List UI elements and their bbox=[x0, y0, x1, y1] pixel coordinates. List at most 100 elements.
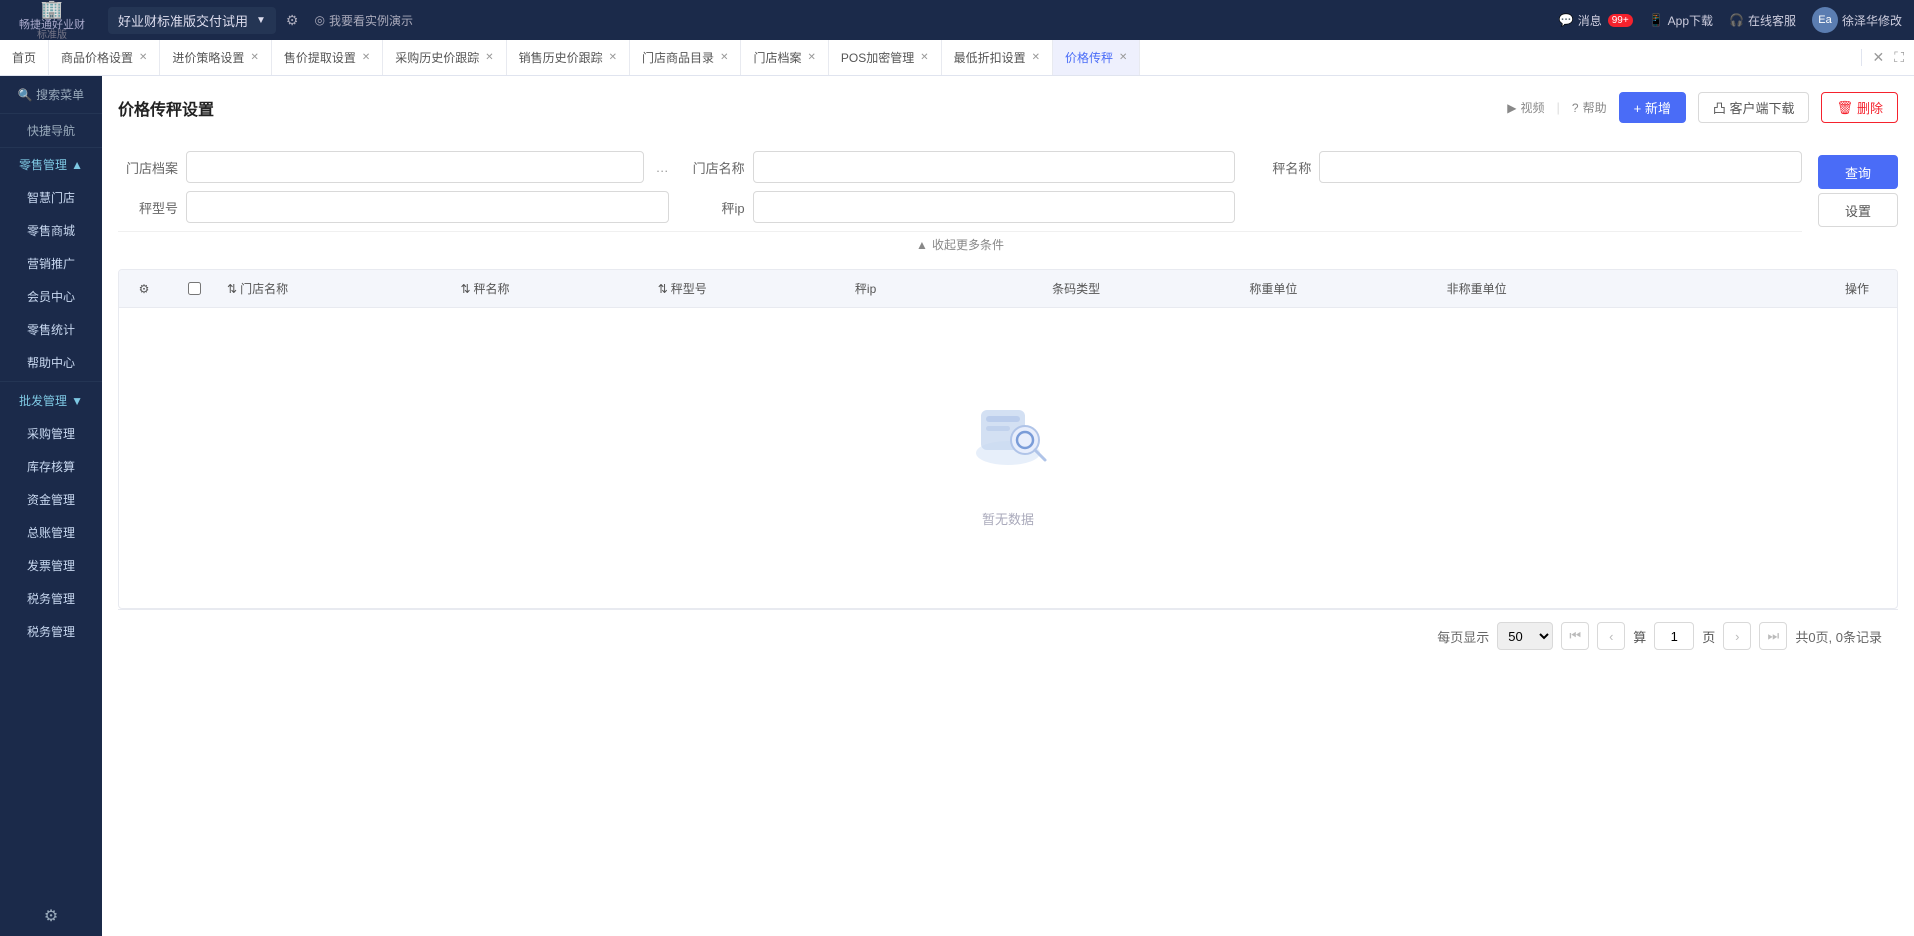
close-icon[interactable]: ✕ bbox=[1032, 52, 1040, 63]
query-button[interactable]: 查询 bbox=[1818, 155, 1898, 189]
check-all-checkbox[interactable] bbox=[188, 282, 201, 295]
close-icon[interactable]: ✕ bbox=[1119, 52, 1127, 63]
close-icon[interactable]: ✕ bbox=[250, 52, 258, 63]
filter-collapse-button[interactable]: ▲ 收起更多条件 bbox=[118, 231, 1802, 257]
close-icon[interactable]: ✕ bbox=[609, 52, 617, 63]
scale-ip-input[interactable] bbox=[753, 191, 1236, 223]
tab-price-transfer[interactable]: 价格传秤 ✕ bbox=[1053, 40, 1140, 76]
close-icon[interactable]: ✕ bbox=[807, 52, 815, 63]
video-label: 视频 bbox=[1521, 99, 1545, 116]
sidebar-item-marketing[interactable]: 营销推广 bbox=[0, 247, 102, 280]
sidebar-item-ledger[interactable]: 发票管理 bbox=[0, 549, 102, 582]
th-scale-model-label: 秤型号 bbox=[671, 280, 707, 297]
settings-icon[interactable]: ⚙ bbox=[286, 12, 299, 29]
version-selector[interactable]: 好业财标准版交付试用 ▼ bbox=[108, 7, 276, 34]
sidebar-quick-nav[interactable]: 快捷导航 bbox=[0, 114, 102, 148]
sidebar-item-mini-ecom[interactable]: 采购管理 bbox=[0, 417, 102, 450]
tab-purchase-history[interactable]: 采购历史价跟踪 ✕ bbox=[383, 40, 506, 76]
sidebar-item-help-center[interactable]: 帮助中心 bbox=[0, 346, 102, 379]
page-suffix-label: 页 bbox=[1702, 627, 1715, 646]
th-check[interactable] bbox=[169, 272, 219, 305]
tab-purchase-strategy-label: 进价策略设置 bbox=[172, 49, 244, 66]
tab-sale-history[interactable]: 销售历史价跟踪 ✕ bbox=[507, 40, 630, 76]
app-download-button[interactable]: 📱 App下载 bbox=[1649, 12, 1713, 29]
table-header: ⚙ ⇅ 门店名称 ⇅ 秤名称 ⇅ 秤型号 bbox=[119, 270, 1897, 308]
set-button[interactable]: 设置 bbox=[1818, 193, 1898, 227]
ellipsis-icon[interactable]: … bbox=[656, 160, 669, 175]
sidebar-search[interactable]: 🔍 搜索菜单 bbox=[0, 76, 102, 114]
tab-discount[interactable]: 最低折扣设置 ✕ bbox=[942, 40, 1053, 76]
th-scale-ip[interactable]: 秤ip bbox=[847, 270, 1044, 307]
sidebar-item-finance[interactable]: 总账管理 bbox=[0, 516, 102, 549]
sidebar-item-purchase-mgmt[interactable]: 库存核算 bbox=[0, 450, 102, 483]
th-setting[interactable]: ⚙ bbox=[119, 272, 169, 306]
shop-name-input[interactable] bbox=[753, 151, 1236, 183]
online-service-button[interactable]: 🎧 在线客服 bbox=[1729, 12, 1796, 29]
tab-store-archive[interactable]: 门店档案 ✕ bbox=[741, 40, 828, 76]
next-page-button[interactable]: › bbox=[1723, 622, 1751, 650]
shop-archive-input[interactable] bbox=[186, 151, 644, 183]
sidebar-wholesale-mgmt-label: 批发管理 bbox=[19, 392, 67, 409]
per-page-select[interactable]: 50 100 200 bbox=[1497, 622, 1553, 650]
tab-sale-price[interactable]: 售价提取设置 ✕ bbox=[272, 40, 383, 76]
sort-icon: ⇅ bbox=[460, 282, 470, 296]
th-scale-name[interactable]: ⇅ 秤名称 bbox=[452, 270, 649, 307]
help-link[interactable]: ? 帮助 bbox=[1572, 99, 1607, 116]
scale-name-input[interactable] bbox=[1319, 151, 1802, 183]
download-button[interactable]: 凸 客户端下载 bbox=[1698, 92, 1810, 123]
sidebar-item-smart-store[interactable]: 智慧门店 bbox=[0, 181, 102, 214]
th-weight-unit[interactable]: 称重单位 bbox=[1241, 270, 1438, 307]
logo-icon: 🏢 bbox=[41, 0, 63, 20]
tab-purchase-strategy[interactable]: 进价策略设置 ✕ bbox=[160, 40, 271, 76]
close-icon[interactable]: ✕ bbox=[485, 52, 493, 63]
sidebar-quick-nav-label: 快捷导航 bbox=[27, 124, 75, 138]
sidebar-settings-button[interactable]: ⚙ bbox=[0, 896, 102, 936]
first-page-button[interactable]: ⏮ bbox=[1561, 622, 1589, 650]
demo-link[interactable]: ◎ 我要看实例演示 bbox=[314, 12, 413, 29]
user-menu[interactable]: Ea 徐泽华修改 bbox=[1812, 7, 1902, 33]
video-icon: ▶ bbox=[1507, 101, 1516, 115]
sidebar-item-tax[interactable]: 税务管理 bbox=[0, 615, 102, 648]
sidebar-item-wholesale-mgmt[interactable]: 批发管理 ▼ bbox=[0, 384, 102, 417]
sidebar-item-retail-mall[interactable]: 零售商城 bbox=[0, 214, 102, 247]
message-button[interactable]: 💬 消息 99+ bbox=[1559, 12, 1633, 29]
sidebar-item-member-center[interactable]: 会员中心 bbox=[0, 280, 102, 313]
online-service-label: 在线客服 bbox=[1748, 12, 1796, 29]
close-icon[interactable]: ✕ bbox=[920, 52, 928, 63]
filter-area: 门店档案 … 门店名称 秤名称 bbox=[118, 139, 1898, 269]
tab-product-price-label: 商品价格设置 bbox=[61, 49, 133, 66]
th-scale-model[interactable]: ⇅ 秤型号 bbox=[650, 270, 847, 307]
delete-button[interactable]: 🗑 删除 bbox=[1821, 92, 1898, 123]
close-icon[interactable]: ✕ bbox=[139, 52, 147, 63]
last-page-button[interactable]: ⏭ bbox=[1759, 622, 1787, 650]
video-link[interactable]: ▶ 视频 bbox=[1507, 99, 1544, 116]
th-weight-unit-label: 称重单位 bbox=[1249, 280, 1297, 297]
gear-icon: ⚙ bbox=[44, 908, 58, 925]
tab-pos-mgmt[interactable]: POS加密管理 ✕ bbox=[829, 40, 942, 76]
sidebar-item-retail-mgmt[interactable]: 零售管理 ▲ bbox=[0, 148, 102, 181]
th-barcode-type[interactable]: 条码类型 bbox=[1044, 270, 1241, 307]
set-label: 设置 bbox=[1845, 201, 1871, 220]
chevron-down-icon: ▼ bbox=[71, 394, 83, 408]
tab-fullscreen-icon[interactable]: ⛶ bbox=[1894, 49, 1904, 66]
sidebar-item-invoice[interactable]: 税务管理 bbox=[0, 582, 102, 615]
sidebar-divider bbox=[0, 381, 102, 382]
add-button[interactable]: + 新增 bbox=[1619, 92, 1686, 123]
sidebar-search-label: 搜索菜单 bbox=[36, 88, 84, 102]
tab-close-all-icon[interactable]: ✕ bbox=[1872, 49, 1884, 66]
th-nonweight-unit[interactable]: 非称重单位 bbox=[1439, 270, 1817, 307]
table-wrapper: ⚙ ⇅ 门店名称 ⇅ 秤名称 ⇅ 秤型号 bbox=[118, 269, 1898, 609]
page-number-input[interactable] bbox=[1654, 622, 1694, 650]
tab-product-price[interactable]: 商品价格设置 ✕ bbox=[49, 40, 160, 76]
tab-store-catalog[interactable]: 门店商品目录 ✕ bbox=[630, 40, 741, 76]
close-icon[interactable]: ✕ bbox=[362, 52, 370, 63]
tab-purchase-history-label: 采购历史价跟踪 bbox=[395, 49, 479, 66]
sidebar-item-inventory[interactable]: 资金管理 bbox=[0, 483, 102, 516]
close-icon[interactable]: ✕ bbox=[720, 52, 728, 63]
sidebar-item-retail-stats[interactable]: 零售统计 bbox=[0, 313, 102, 346]
scale-model-input[interactable] bbox=[186, 191, 669, 223]
sidebar-inventory-label: 资金管理 bbox=[27, 493, 75, 507]
prev-page-button[interactable]: ‹ bbox=[1597, 622, 1625, 650]
tab-home[interactable]: 首页 bbox=[0, 40, 49, 76]
th-shop[interactable]: ⇅ 门店名称 bbox=[219, 270, 452, 307]
